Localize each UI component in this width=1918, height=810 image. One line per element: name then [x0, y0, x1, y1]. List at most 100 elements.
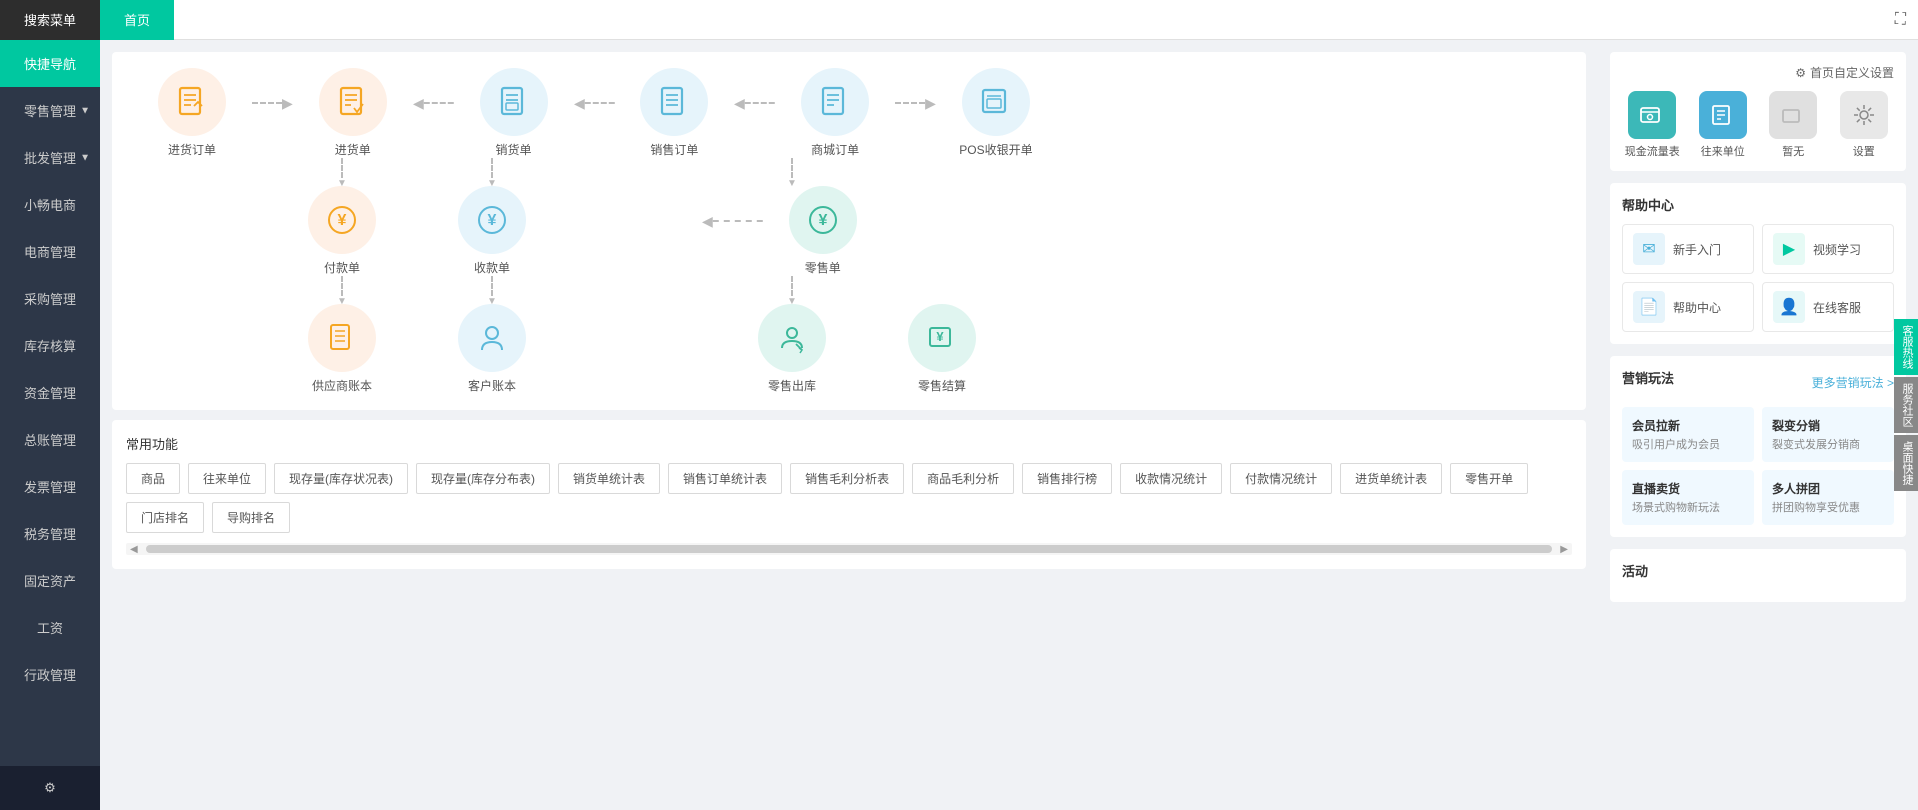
more-link[interactable]: 更多营销玩法 > [1812, 374, 1894, 391]
help-item-service[interactable]: 👤 在线客服 [1762, 282, 1894, 332]
qa-settings[interactable]: ⚙ 首页自定义设置 [1795, 64, 1894, 81]
func-btn-retail-order[interactable]: 零售开单 [1450, 463, 1528, 494]
none-icon [1769, 91, 1817, 139]
tab-home[interactable]: 首页 [100, 0, 174, 40]
func-btn-goods-profit[interactable]: 商品毛利分析 [912, 463, 1014, 494]
float-btn-community[interactable]: 服务社区 [1894, 377, 1918, 433]
scrollbar-thumb[interactable] [146, 545, 1553, 553]
common-func-title: 常用功能 [126, 434, 1572, 453]
help-item-video[interactable]: ▶ 视频学习 [1762, 224, 1894, 274]
help-center: 帮助中心 ✉ 新手入门 ▶ 视频学习 📄 帮助中心 👤 [1610, 183, 1906, 344]
node-mall-order[interactable]: 商城订单 [775, 68, 895, 158]
marketing-item-member[interactable]: 会员拉新 吸引用户成为会员 [1622, 407, 1754, 462]
gear-settings-icon: ⚙ [1795, 66, 1806, 80]
sidebar-item-ecom-mgmt[interactable]: 电商管理 [0, 228, 100, 275]
mkt-fission-title: 裂变分销 [1772, 417, 1884, 434]
node-sales-order[interactable]: 销售订单 [614, 68, 734, 158]
arrow-mo-pos: ▶ [895, 96, 936, 130]
flow-row-2: ¥ 付款单 ¥ 收款单 [132, 186, 1566, 276]
expand-icon[interactable]: ⛶ [1895, 11, 1906, 29]
service-label: 在线客服 [1813, 299, 1861, 316]
float-buttons: 客服热线 服务社区 桌面快捷 [1894, 319, 1918, 491]
supplier-account-icon [308, 304, 376, 372]
func-btn-receipt-stat[interactable]: 收款情况统计 [1120, 463, 1222, 494]
sidebar-item-fixed-assets[interactable]: 固定资产 [0, 557, 100, 604]
node-purchase-bill[interactable]: 进货单 [293, 68, 413, 158]
marketing-item-live[interactable]: 直播卖货 场景式购物新玩法 [1622, 470, 1754, 525]
node-retail-outbound[interactable]: 零售出库 [732, 304, 852, 394]
qa-item-settings[interactable]: 设置 [1834, 91, 1895, 159]
sidebar-item-invoice[interactable]: 发票管理 [0, 463, 100, 510]
qa-icons: 现金流量表 往来单位 暂无 [1622, 91, 1894, 159]
sidebar-gear[interactable]: ⚙ [0, 766, 100, 810]
help-icon: 📄 [1633, 291, 1665, 323]
func-btn-sales-order-stat[interactable]: 销售订单统计表 [668, 463, 782, 494]
mkt-group-desc: 拼团购物享受优惠 [1772, 499, 1884, 515]
partner-icon [1699, 91, 1747, 139]
node-supplier-account[interactable]: 供应商账本 [282, 304, 402, 394]
pos-icon [962, 68, 1030, 136]
func-btn-sales-rank[interactable]: 销售排行榜 [1022, 463, 1112, 494]
arrow-pos-retail: ▶ [702, 214, 763, 248]
vcell-pay-arrow: ▼ [282, 276, 402, 307]
sidebar-item-retail[interactable]: 零售管理 ▼ [0, 87, 100, 134]
node-purchase-order-label: 进货订单 [168, 141, 216, 158]
node-pos[interactable]: POS收银开单 [936, 68, 1056, 158]
scrollbar[interactable]: ◀ ▶ [126, 543, 1572, 555]
sidebar-item-quick-nav[interactable]: 快捷导航 [0, 40, 100, 87]
qa-item-partner[interactable]: 往来单位 [1693, 91, 1754, 159]
func-btn-sales-profit[interactable]: 销售毛利分析表 [790, 463, 904, 494]
func-btn-inventory-dist[interactable]: 现存量(库存分布表) [416, 463, 550, 494]
node-sales-bill[interactable]: 销货单 [454, 68, 574, 158]
mkt-member-desc: 吸引用户成为会员 [1632, 436, 1744, 452]
scroll-left[interactable]: ◀ [126, 544, 142, 555]
func-btn-payment-stat[interactable]: 付款情况统计 [1230, 463, 1332, 494]
marketing-item-fission[interactable]: 裂变分销 裂变式发展分销商 [1762, 407, 1894, 462]
help-item-help[interactable]: 📄 帮助中心 [1622, 282, 1754, 332]
func-btn-inventory-status[interactable]: 现存量(库存状况表) [274, 463, 408, 494]
node-retail-settlement[interactable]: ¥ 零售结算 [882, 304, 1002, 394]
help-item-beginner[interactable]: ✉ 新手入门 [1622, 224, 1754, 274]
node-purchase-order[interactable]: 进货订单 [132, 68, 252, 158]
sidebar-item-inventory[interactable]: 库存核算 [0, 322, 100, 369]
flow-row-3: 供应商账本 客户账本 [132, 304, 1566, 394]
settings-label: 设置 [1853, 143, 1875, 159]
float-btn-desktop[interactable]: 桌面快捷 [1894, 435, 1918, 491]
func-btn-purchase-stat[interactable]: 进货单统计表 [1340, 463, 1442, 494]
sidebar-item-admin[interactable]: 行政管理 [0, 651, 100, 698]
sidebar-item-finance[interactable]: 资金管理 [0, 369, 100, 416]
node-payment[interactable]: ¥ 付款单 [282, 186, 402, 276]
sidebar-item-salary[interactable]: 工资 [0, 604, 100, 651]
svg-text:¥: ¥ [488, 212, 497, 229]
sidebar-item-ecom-small[interactable]: 小畅电商 [0, 181, 100, 228]
search-menu[interactable]: 搜索菜单 [0, 0, 100, 40]
arrow-icon: ▼ [80, 152, 90, 163]
float-btn-service[interactable]: 客服热线 [1894, 319, 1918, 375]
quick-access: ⚙ 首页自定义设置 现金流量表 往来单位 [1610, 52, 1906, 171]
node-retail-bill[interactable]: ¥ 零售单 [763, 186, 883, 276]
scroll-right[interactable]: ▶ [1556, 544, 1572, 555]
sidebar-item-ledger[interactable]: 总账管理 [0, 416, 100, 463]
qa-item-cashflow[interactable]: 现金流量表 [1622, 91, 1683, 159]
marketing-item-group[interactable]: 多人拼团 拼团购物享受优惠 [1762, 470, 1894, 525]
func-btn-goods[interactable]: 商品 [126, 463, 180, 494]
retail-settlement-icon: ¥ [908, 304, 976, 372]
flow-vrow-2: ▼ ▼ [132, 276, 1566, 304]
func-btn-partner[interactable]: 往来单位 [188, 463, 266, 494]
mall-order-icon [801, 68, 869, 136]
flow-vrow-1: ▼ ▼ [132, 158, 1566, 186]
node-payment-label: 付款单 [324, 259, 360, 276]
sidebar-item-wholesale[interactable]: 批发管理 ▼ [0, 134, 100, 181]
node-receipt[interactable]: ¥ 收款单 [432, 186, 552, 276]
func-btn-guide-rank[interactable]: 导购排名 [212, 502, 290, 533]
sidebar-item-tax[interactable]: 税务管理 [0, 510, 100, 557]
node-sales-bill-label: 销货单 [496, 141, 532, 158]
video-icon: ▶ [1773, 233, 1805, 265]
func-btn-store-rank[interactable]: 门店排名 [126, 502, 204, 533]
sidebar-item-purchase[interactable]: 采购管理 [0, 275, 100, 322]
func-btn-sales-stat[interactable]: 销货单统计表 [558, 463, 660, 494]
node-customer-account[interactable]: 客户账本 [432, 304, 552, 394]
qa-item-none[interactable]: 暂无 [1763, 91, 1824, 159]
flow-row-1: 进货订单 ▶ 进货单 [132, 68, 1566, 158]
mkt-member-title: 会员拉新 [1632, 417, 1744, 434]
